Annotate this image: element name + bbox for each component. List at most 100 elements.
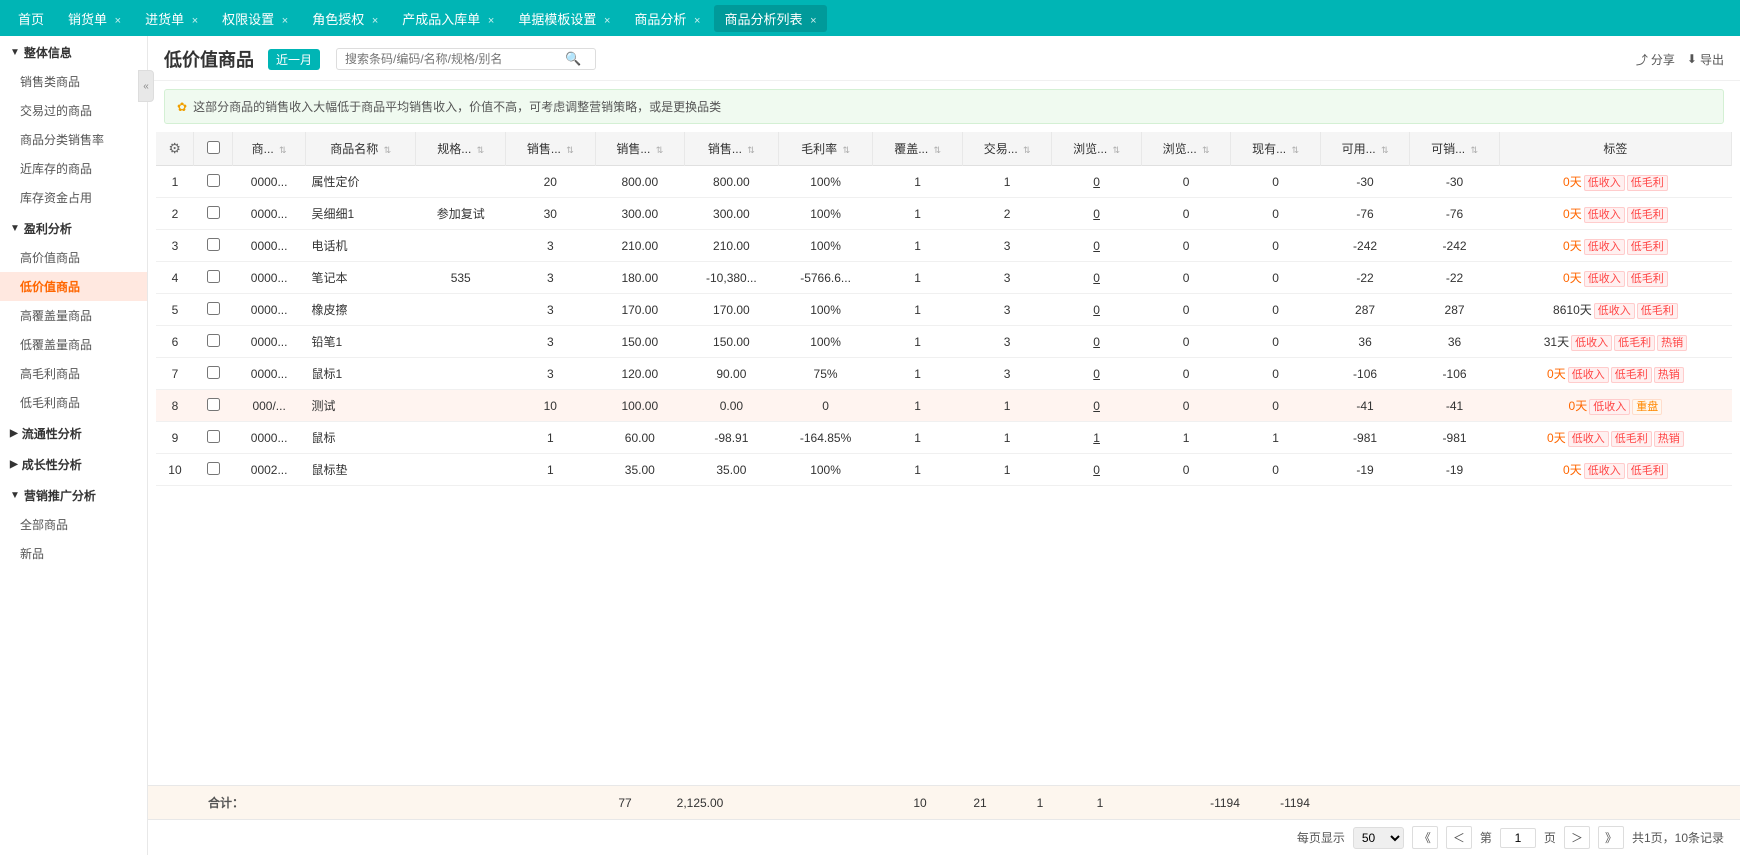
nav-role-auth[interactable]: 角色授权 × (302, 5, 388, 32)
column-stock2[interactable]: 可用... ⇅ (1320, 132, 1409, 166)
nav-sales-order[interactable]: 销货单 × (58, 5, 131, 32)
row-select-checkbox[interactable] (207, 430, 220, 443)
search-input[interactable] (345, 52, 565, 66)
column-stock1[interactable]: 现有... ⇅ (1231, 132, 1320, 166)
sort-icon: ⇅ (1381, 145, 1389, 155)
row-trade: 1 (962, 454, 1051, 486)
page-number-input[interactable] (1500, 828, 1536, 848)
sidebar-item-low-value[interactable]: 低价值商品 (0, 272, 147, 301)
row-spec (416, 390, 506, 422)
nav-home[interactable]: 首页 (8, 5, 54, 32)
tag-label: 低毛利 (1637, 303, 1678, 319)
share-button[interactable]: ⤴ 分享 (1636, 51, 1675, 68)
nav-template-settings[interactable]: 单据模板设置 × (508, 5, 620, 32)
column-sales-cost[interactable]: 销售... ⇅ (685, 132, 779, 166)
column-coverage[interactable]: 覆盖... ⇅ (873, 132, 962, 166)
nav-product-analysis[interactable]: 商品分析 × (624, 5, 710, 32)
row-checkbox (194, 294, 233, 326)
days-label: 0天 (1563, 239, 1582, 253)
sidebar-collapse-button[interactable]: « (138, 70, 154, 102)
main-layout: ▼ 整体信息 销售类商品 交易过的商品 商品分类销售率 近库存的商品 库存资金占… (0, 36, 1740, 855)
row-gross-rate: 75% (778, 358, 873, 390)
sidebar-group-label: 营销推广分析 (24, 487, 96, 504)
row-select-checkbox[interactable] (207, 238, 220, 251)
sidebar-group-marketing[interactable]: ▼ 营销推广分析 (0, 479, 147, 510)
export-icon: ⬇ (1687, 52, 1697, 66)
info-banner: ✿ 这部分商品的销售收入大幅低于商品平均销售收入，价值不高，可考虑调整营销策略，… (164, 89, 1724, 124)
column-settings[interactable]: ⚙ (156, 132, 194, 166)
column-name[interactable]: 商品名称 ⇅ (306, 132, 416, 166)
nav-product-analysis-list[interactable]: 商品分析列表 × (714, 5, 826, 32)
close-icon[interactable]: × (115, 15, 121, 27)
sidebar-item-all-products[interactable]: 全部商品 (0, 510, 147, 539)
row-stock1: 0 (1231, 390, 1320, 422)
row-stock1: 0 (1231, 358, 1320, 390)
last-page-button[interactable]: 》 (1598, 826, 1624, 849)
tag-label: 低毛利 (1627, 207, 1668, 223)
row-select-checkbox[interactable] (207, 334, 220, 347)
column-sales-price[interactable]: 销售... ⇅ (595, 132, 684, 166)
row-select-checkbox[interactable] (207, 206, 220, 219)
per-page-select[interactable]: 50 100 200 (1353, 827, 1404, 849)
close-icon[interactable]: × (192, 15, 198, 27)
row-select-checkbox[interactable] (207, 366, 220, 379)
prev-page-button[interactable]: ＜ (1446, 826, 1472, 849)
row-name: 鼠标 (306, 422, 416, 454)
column-gross-rate[interactable]: 毛利率 ⇅ (778, 132, 873, 166)
close-icon[interactable]: × (604, 15, 610, 27)
column-sales-qty[interactable]: 销售... ⇅ (506, 132, 595, 166)
sidebar-group-growth[interactable]: ▶ 成长性分析 (0, 448, 147, 479)
first-page-button[interactable]: 《 (1412, 826, 1438, 849)
sidebar-item-low-margin[interactable]: 低毛利商品 (0, 388, 147, 417)
sidebar-item-high-margin[interactable]: 高毛利商品 (0, 359, 147, 388)
close-icon[interactable]: × (282, 15, 288, 27)
sidebar-item-traded-products[interactable]: 交易过的商品 (0, 96, 147, 125)
total-info: 共1页，10条记录 (1632, 829, 1724, 846)
sidebar-item-near-stock[interactable]: 近库存的商品 (0, 154, 147, 183)
row-sales-price: 170.00 (595, 294, 684, 326)
next-page-button[interactable]: ＞ (1564, 826, 1590, 849)
row-select-checkbox[interactable] (207, 398, 220, 411)
sidebar-item-high-value[interactable]: 高价值商品 (0, 243, 147, 272)
table-row: 7 0000... 鼠标1 3 120.00 90.00 75% 1 3 0 0… (156, 358, 1732, 390)
tag-label: 低收入 (1571, 335, 1612, 351)
column-spec[interactable]: 规格... ⇅ (416, 132, 506, 166)
days-label: 0天 (1563, 271, 1582, 285)
column-sellable[interactable]: 可销... ⇅ (1410, 132, 1499, 166)
sidebar-group-overview[interactable]: ▼ 整体信息 (0, 36, 147, 67)
nav-permission-settings[interactable]: 权限设置 × (212, 5, 298, 32)
sidebar-item-new-products[interactable]: 新品 (0, 539, 147, 568)
sidebar-item-low-coverage[interactable]: 低覆盖量商品 (0, 330, 147, 359)
search-icon[interactable]: 🔍 (565, 51, 581, 67)
row-browse2: 0 (1141, 390, 1230, 422)
row-select-checkbox[interactable] (207, 302, 220, 315)
footer-sales-cost (740, 796, 820, 810)
sidebar-item-category-sales-rate[interactable]: 商品分类销售率 (0, 125, 147, 154)
column-trade[interactable]: 交易... ⇅ (962, 132, 1051, 166)
row-select-checkbox[interactable] (207, 270, 220, 283)
row-gross-rate: 100% (778, 198, 873, 230)
sidebar-item-sales-products[interactable]: 销售类商品 (0, 67, 147, 96)
footer-coverage: 10 (890, 796, 950, 810)
sort-icon: ⇅ (747, 145, 755, 155)
column-browse2[interactable]: 浏览... ⇅ (1141, 132, 1230, 166)
select-all-checkbox[interactable] (207, 141, 220, 154)
close-icon[interactable]: × (694, 15, 700, 27)
sidebar-item-high-coverage[interactable]: 高覆盖量商品 (0, 301, 147, 330)
row-select-checkbox[interactable] (207, 174, 220, 187)
filter-tag-recent-month[interactable]: 近一月 (268, 49, 320, 70)
column-code[interactable]: 商... ⇅ (233, 132, 306, 166)
row-select-checkbox[interactable] (207, 462, 220, 475)
sidebar-group-liquidity[interactable]: ▶ 流通性分析 (0, 417, 147, 448)
nav-product-inbound[interactable]: 产成品入库单 × (392, 5, 504, 32)
row-tags: 31天低收入低毛利热销 (1499, 326, 1731, 358)
export-button[interactable]: ⬇ 导出 (1687, 51, 1724, 68)
close-icon[interactable]: × (488, 15, 494, 27)
sidebar-group-profit[interactable]: ▼ 盈利分析 (0, 212, 147, 243)
close-icon[interactable]: × (372, 15, 378, 27)
nav-purchase-order[interactable]: 进货单 × (135, 5, 208, 32)
column-browse1[interactable]: 浏览... ⇅ (1052, 132, 1141, 166)
close-icon[interactable]: × (810, 15, 816, 27)
sidebar-item-stock-capital[interactable]: 库存资金占用 (0, 183, 147, 212)
footer-stock1 (1130, 796, 1190, 810)
